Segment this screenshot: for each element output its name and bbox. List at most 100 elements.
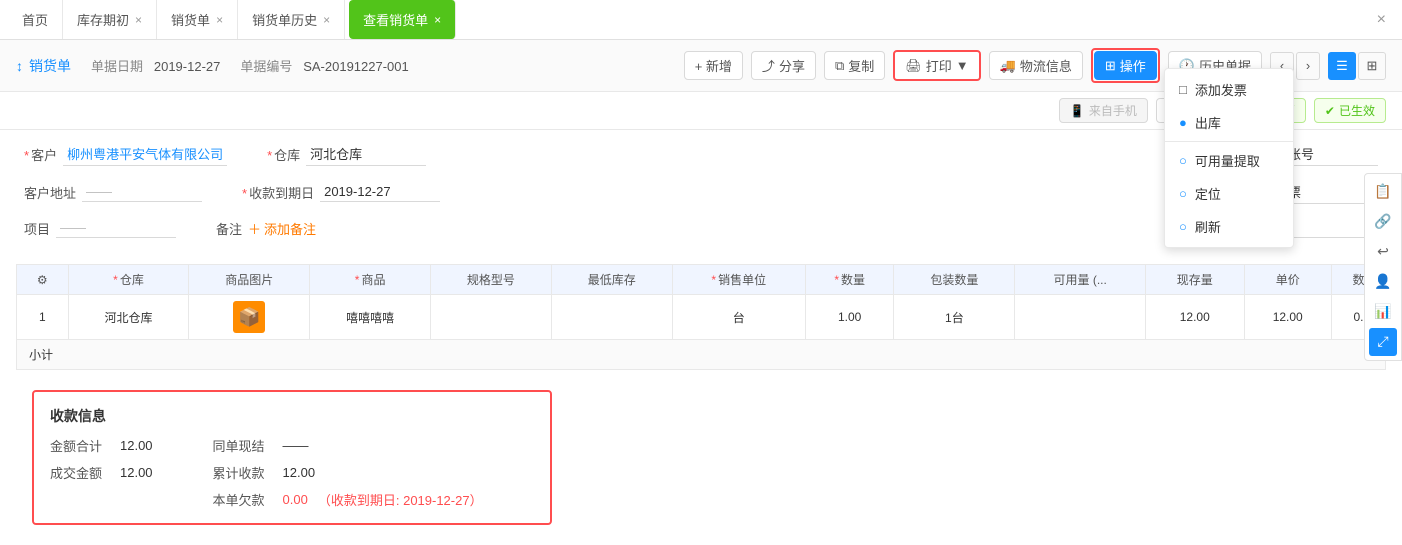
col-spec: 规格型号 <box>431 265 552 295</box>
date-label-text: 单据日期 <box>91 59 143 74</box>
payment-info-box: 收款信息 金额合计 12.00 成交金额 12.00 同单现结 —— <box>32 390 552 525</box>
total-amount-label: 金额合计 <box>50 436 110 455</box>
customer-value[interactable]: 柳州粤港平安气体有限公司 <box>63 142 227 166</box>
add-invoice-item[interactable]: □ 添加发票 <box>1165 73 1293 106</box>
cumulative-label: 累计收款 <box>213 463 273 482</box>
row-available <box>1015 295 1146 340</box>
col-min-stock: 最低库存 <box>551 265 672 295</box>
outbound-label: 出库 <box>1195 113 1221 132</box>
col-unit-price: 单价 <box>1244 265 1331 295</box>
deal-amount-row: 成交金额 12.00 <box>50 463 153 482</box>
grid-view-btn[interactable]: ⊞ <box>1358 52 1386 80</box>
col-pack-qty: 包装数量 <box>894 265 1015 295</box>
sidebar-btn-6[interactable]: ⤢ <box>1369 328 1397 356</box>
copy-button[interactable]: ⧉ 复制 <box>824 51 885 80</box>
available-extract-label: 可用量提取 <box>1195 151 1260 170</box>
tab-view-sales-close[interactable]: × <box>434 13 441 27</box>
locate-item[interactable]: ○ 定位 <box>1165 177 1293 210</box>
copy-label: 复制 <box>848 56 874 75</box>
payment-info-col-left: 金额合计 12.00 成交金额 12.00 <box>50 436 153 509</box>
sidebar-btn-3[interactable]: ↩ <box>1369 238 1397 266</box>
logistics-button[interactable]: 🚚 物流信息 <box>989 51 1083 80</box>
col-settings[interactable]: ⚙ <box>17 265 69 295</box>
col-product-img: 商品图片 <box>189 265 310 295</box>
operation-icon: ⊞ <box>1105 58 1116 74</box>
tab-sales-close[interactable]: × <box>216 13 223 27</box>
total-amount-row: 金额合计 12.00 <box>50 436 153 455</box>
next-arrow[interactable]: › <box>1296 52 1320 80</box>
settlement-value: —— <box>283 438 309 453</box>
doc-title: ↕ 销货单 <box>16 56 71 76</box>
sidebar-btn-5[interactable]: 📊 <box>1369 298 1397 326</box>
payment-due-field: 收款到期日 2019-12-27 <box>242 182 440 202</box>
new-button[interactable]: + 新增 <box>684 51 743 80</box>
print-button[interactable]: 🖨 打印 ▼ <box>893 50 980 81</box>
number-label-text: 单据编号 <box>240 59 292 74</box>
sidebar-btn-2[interactable]: 🔗 <box>1369 208 1397 236</box>
refresh-icon: ○ <box>1179 219 1187 234</box>
owed-label: 本单欠款 <box>213 490 273 509</box>
warehouse-field: 仓库 河北仓库 <box>267 142 426 166</box>
add-note-icon: ＋ <box>248 219 261 238</box>
address-label: 客户地址 <box>24 183 76 202</box>
tab-inventory-label: 库存期初 <box>77 10 129 29</box>
col-warehouse: 仓库 <box>68 265 189 295</box>
col-quantity: 数量 <box>805 265 894 295</box>
owed-row: 本单欠款 0.00 （收款到期日: 2019-12-27） <box>213 490 483 509</box>
tab-home[interactable]: 首页 <box>8 0 63 39</box>
operation-button[interactable]: ⊞ 操作 <box>1094 51 1157 80</box>
available-extract-item[interactable]: ○ 可用量提取 <box>1165 144 1293 177</box>
tab-inventory-close[interactable]: × <box>135 13 142 27</box>
owed-note: （收款到期日: 2019-12-27） <box>318 490 483 509</box>
tab-sales[interactable]: 销货单 × <box>157 0 238 39</box>
share-label: 分享 <box>779 56 805 75</box>
doc-type-label: 销货单 <box>29 56 71 76</box>
doc-meta: 单据日期 2019-12-27 单据编号 SA-20191227-001 <box>91 56 684 75</box>
list-view-btn[interactable]: ☰ <box>1328 52 1356 80</box>
cumulative-row: 累计收款 12.00 <box>213 463 483 482</box>
operation-dropdown: □ 添加发票 ● 出库 ○ 可用量提取 ○ 定位 ○ 刷新 <box>1164 68 1294 248</box>
settlement-row: 同单现结 —— <box>213 436 483 455</box>
col-product: 商品 <box>310 265 431 295</box>
row-product-img: 📦 <box>189 295 310 340</box>
note-field: 备注 ＋ 添加备注 <box>216 219 316 238</box>
sidebar-btn-1[interactable]: 📋 <box>1369 178 1397 206</box>
number-value: SA-20191227-001 <box>303 59 409 74</box>
print-icon: 🖨 <box>905 58 922 74</box>
from-phone-btn[interactable]: 📱 来自手机 <box>1059 98 1148 123</box>
cumulative-value: 12.00 <box>283 465 316 480</box>
customer-label: 客户 <box>24 145 57 164</box>
row-spec <box>431 295 552 340</box>
refresh-item[interactable]: ○ 刷新 <box>1165 210 1293 243</box>
address-value: —— <box>82 182 202 202</box>
subtotal-label: 小计 <box>17 340 1386 370</box>
payment-info-col-right: 同单现结 —— 累计收款 12.00 本单欠款 0.00 （收款到期日: 201… <box>213 436 483 509</box>
tab-bar-close-button[interactable]: × <box>1369 11 1394 29</box>
deal-amount-label: 成交金额 <box>50 463 110 482</box>
note-label: 备注 <box>216 219 242 238</box>
doc-number: 单据编号 SA-20191227-001 <box>240 56 408 75</box>
row-index: 1 <box>17 295 69 340</box>
payment-info-title: 收款信息 <box>50 406 534 426</box>
sidebar-btn-4[interactable]: 👤 <box>1369 268 1397 296</box>
effective-btn[interactable]: ✔ 已生效 <box>1314 98 1386 123</box>
tab-inventory[interactable]: 库存期初 × <box>63 0 157 39</box>
address-field: 客户地址 —— <box>24 182 202 202</box>
project-value: —— <box>56 218 176 238</box>
operation-label: 操作 <box>1120 56 1146 75</box>
total-amount-value: 12.00 <box>120 438 153 453</box>
add-note-button[interactable]: ＋ 添加备注 <box>248 219 316 238</box>
locate-icon: ○ <box>1179 186 1187 201</box>
warehouse-label: 仓库 <box>267 145 300 164</box>
share-button[interactable]: ⤴ 分享 <box>751 51 816 80</box>
tab-view-sales[interactable]: 查看销货单 × <box>349 0 456 39</box>
tab-sales-history-close[interactable]: × <box>323 13 330 27</box>
bottom-section: 收款信息 金额合计 12.00 成交金额 12.00 同单现结 —— <box>0 370 1402 545</box>
tab-sales-history[interactable]: 销货单历史 × <box>238 0 345 39</box>
dropdown-divider <box>1165 141 1293 142</box>
print-dropdown-arrow: ▼ <box>956 58 969 73</box>
outbound-item[interactable]: ● 出库 <box>1165 106 1293 139</box>
subtotal-row: 小计 <box>17 340 1386 370</box>
row-unit-price: 12.00 <box>1244 295 1331 340</box>
payment-info-rows: 金额合计 12.00 成交金额 12.00 同单现结 —— 累计收款 <box>50 436 534 509</box>
